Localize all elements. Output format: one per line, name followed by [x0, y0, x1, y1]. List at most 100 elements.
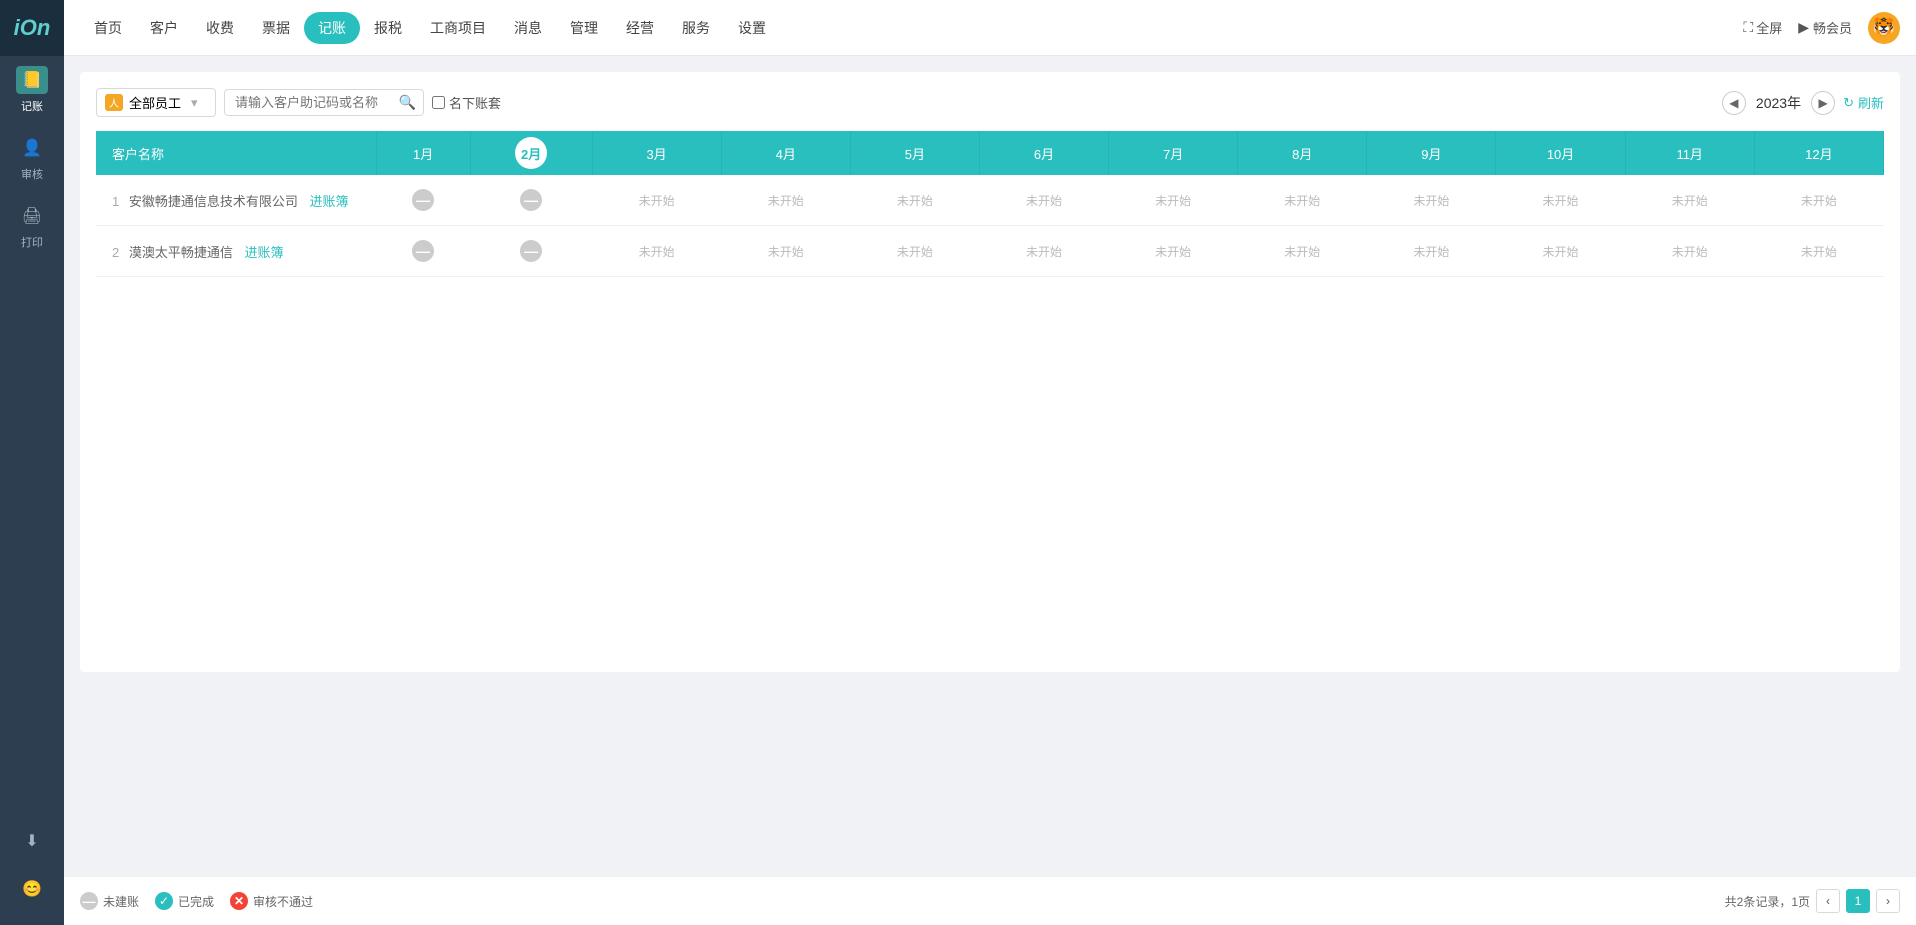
main-card: 人 全部员工 ▾ 🔍 名下账套 ◀ 2023年 ▶	[80, 72, 1900, 672]
search-icon[interactable]: 🔍	[399, 94, 416, 111]
legend-dot-teal: ✓	[155, 892, 173, 910]
pagination: 共2条记录，1页 ‹ 1 ›	[1725, 889, 1900, 913]
status-not-started: 未开始	[1155, 194, 1191, 208]
employee-badge: 人	[105, 94, 123, 111]
page-1-btn[interactable]: 1	[1846, 889, 1870, 913]
month-cell-4: 未开始	[721, 175, 850, 226]
refresh-button[interactable]: ↻ 刷新	[1843, 93, 1884, 112]
th-month-10: 10月	[1496, 131, 1625, 175]
nav-manage[interactable]: 管理	[556, 12, 612, 44]
legend-label-not-created: 未建账	[103, 893, 139, 910]
next-page-btn[interactable]: ›	[1876, 889, 1900, 913]
app-logo: iOn	[0, 0, 64, 56]
month-cell-8: 未开始	[1238, 226, 1367, 277]
legend-dot-red: ✕	[230, 892, 248, 910]
nav-client[interactable]: 客户	[136, 12, 192, 44]
accounts-table-wrap[interactable]: 客户名称 1月 2月 3月 4月 5月 6月 7月 8月 9月	[96, 131, 1884, 277]
legend-completed: ✓ 已完成	[155, 892, 214, 910]
enter-ledger-link[interactable]: 进账簿	[310, 194, 349, 209]
month-cell-2: —	[470, 226, 592, 277]
myaccounts-checkbox[interactable]	[432, 96, 445, 109]
next-year-btn[interactable]: ▶	[1811, 91, 1835, 115]
status-not-started: 未开始	[1413, 194, 1449, 208]
prev-page-btn[interactable]: ‹	[1816, 889, 1840, 913]
main-area: 首页 客户 收费 票据 记账 报税 工商项目 消息 管理 经营 服务 设置 ⛶ …	[64, 0, 1916, 925]
month-cell-7: 未开始	[1109, 226, 1238, 277]
status-dash: —	[412, 189, 434, 211]
th-client-name: 客户名称	[96, 131, 376, 175]
nav-home[interactable]: 首页	[80, 12, 136, 44]
nav-operation[interactable]: 经营	[612, 12, 668, 44]
month-cell-11: 未开始	[1625, 226, 1754, 277]
sidebar-item-download[interactable]: ⬇	[0, 817, 64, 865]
table-row: 1 安徽畅捷通信息技术有限公司 进账簿——未开始未开始未开始未开始未开始未开始未…	[96, 175, 1884, 226]
nav-fee[interactable]: 收费	[192, 12, 248, 44]
vip-button[interactable]: ▶ 畅会员	[1798, 18, 1852, 37]
active-month-circle: 2月	[515, 137, 547, 169]
status-not-started: 未开始	[639, 194, 675, 208]
legend-label-completed: 已完成	[178, 893, 214, 910]
status-not-started: 未开始	[1672, 245, 1708, 259]
month-cell-8: 未开始	[1238, 175, 1367, 226]
th-month-4: 4月	[721, 131, 850, 175]
client-name: 漠澳太平畅捷通信	[129, 245, 233, 260]
review-icon: 👤	[16, 134, 48, 162]
page-content: 人 全部员工 ▾ 🔍 名下账套 ◀ 2023年 ▶	[64, 56, 1916, 876]
fullscreen-btn[interactable]: ⛶ 全屏	[1743, 18, 1782, 37]
prev-year-btn[interactable]: ◀	[1722, 91, 1746, 115]
month-cell-10: 未开始	[1496, 175, 1625, 226]
month-cell-5: 未开始	[850, 175, 979, 226]
enter-ledger-link[interactable]: 进账簿	[245, 245, 284, 260]
status-not-started: 未开始	[1672, 194, 1708, 208]
nav-accounting[interactable]: 记账	[304, 12, 360, 44]
client-num: 2	[112, 245, 119, 260]
sidebar-item-review[interactable]: 👤 审核	[0, 124, 64, 192]
toolbar: 人 全部员工 ▾ 🔍 名下账套 ◀ 2023年 ▶	[96, 88, 1884, 117]
sidebar-item-print[interactable]: 🖨 打印	[0, 192, 64, 260]
client-name-cell: 1 安徽畅捷通信息技术有限公司 进账簿	[96, 175, 376, 226]
nav-invoice[interactable]: 票据	[248, 12, 304, 44]
status-dash: —	[412, 240, 434, 262]
sidebar-item-user-face[interactable]: 😊	[0, 865, 64, 913]
client-name: 安徽畅捷通信息技术有限公司	[129, 194, 298, 209]
table-row: 2 漠澳太平畅捷通信 进账簿——未开始未开始未开始未开始未开始未开始未开始未开始…	[96, 226, 1884, 277]
th-month-9: 9月	[1367, 131, 1496, 175]
myaccounts-checkbox-label[interactable]: 名下账套	[432, 93, 501, 112]
sidebar-bottom: ⬇ 😊	[0, 817, 64, 925]
month-cell-10: 未开始	[1496, 226, 1625, 277]
nav-settings[interactable]: 设置	[724, 12, 780, 44]
legend-dot-gray: —	[80, 892, 98, 910]
legend-label-rejected: 审核不通过	[253, 893, 313, 910]
month-cell-1: —	[376, 226, 470, 277]
sidebar-item-accounting[interactable]: 📒 记账	[0, 56, 64, 124]
user-avatar[interactable]: 🐯	[1868, 12, 1900, 44]
th-month-6: 6月	[979, 131, 1108, 175]
client-name-cell: 2 漠澳太平畅捷通信 进账簿	[96, 226, 376, 277]
employee-label: 全部员工	[129, 93, 181, 112]
month-cell-9: 未开始	[1367, 226, 1496, 277]
footer: — 未建账 ✓ 已完成 ✕ 审核不通过 共2条记录，1页 ‹ 1 ›	[64, 876, 1916, 925]
nav-business[interactable]: 工商项目	[416, 12, 500, 44]
accounting-icon: 📒	[16, 66, 48, 94]
nav-message[interactable]: 消息	[500, 12, 556, 44]
th-month-7: 7月	[1109, 131, 1238, 175]
employee-select[interactable]: 人 全部员工 ▾	[96, 88, 216, 117]
sidebar-label-print: 打印	[21, 234, 43, 250]
th-month-12: 12月	[1754, 131, 1883, 175]
status-dash: —	[520, 240, 542, 262]
table-header-row: 客户名称 1月 2月 3月 4月 5月 6月 7月 8月 9月	[96, 131, 1884, 175]
nav-tax[interactable]: 报税	[360, 12, 416, 44]
th-month-8: 8月	[1238, 131, 1367, 175]
month-cell-9: 未开始	[1367, 175, 1496, 226]
status-not-started: 未开始	[768, 194, 804, 208]
month-cell-11: 未开始	[1625, 175, 1754, 226]
nav-service[interactable]: 服务	[668, 12, 724, 44]
top-navigation: 首页 客户 收费 票据 记账 报税 工商项目 消息 管理 经营 服务 设置 ⛶ …	[64, 0, 1916, 56]
search-input[interactable]	[224, 89, 424, 116]
month-cell-4: 未开始	[721, 226, 850, 277]
month-cell-7: 未开始	[1109, 175, 1238, 226]
status-not-started: 未开始	[1543, 194, 1579, 208]
status-not-started: 未开始	[1801, 194, 1837, 208]
sidebar-label-review: 审核	[21, 166, 43, 182]
status-not-started: 未开始	[1155, 245, 1191, 259]
